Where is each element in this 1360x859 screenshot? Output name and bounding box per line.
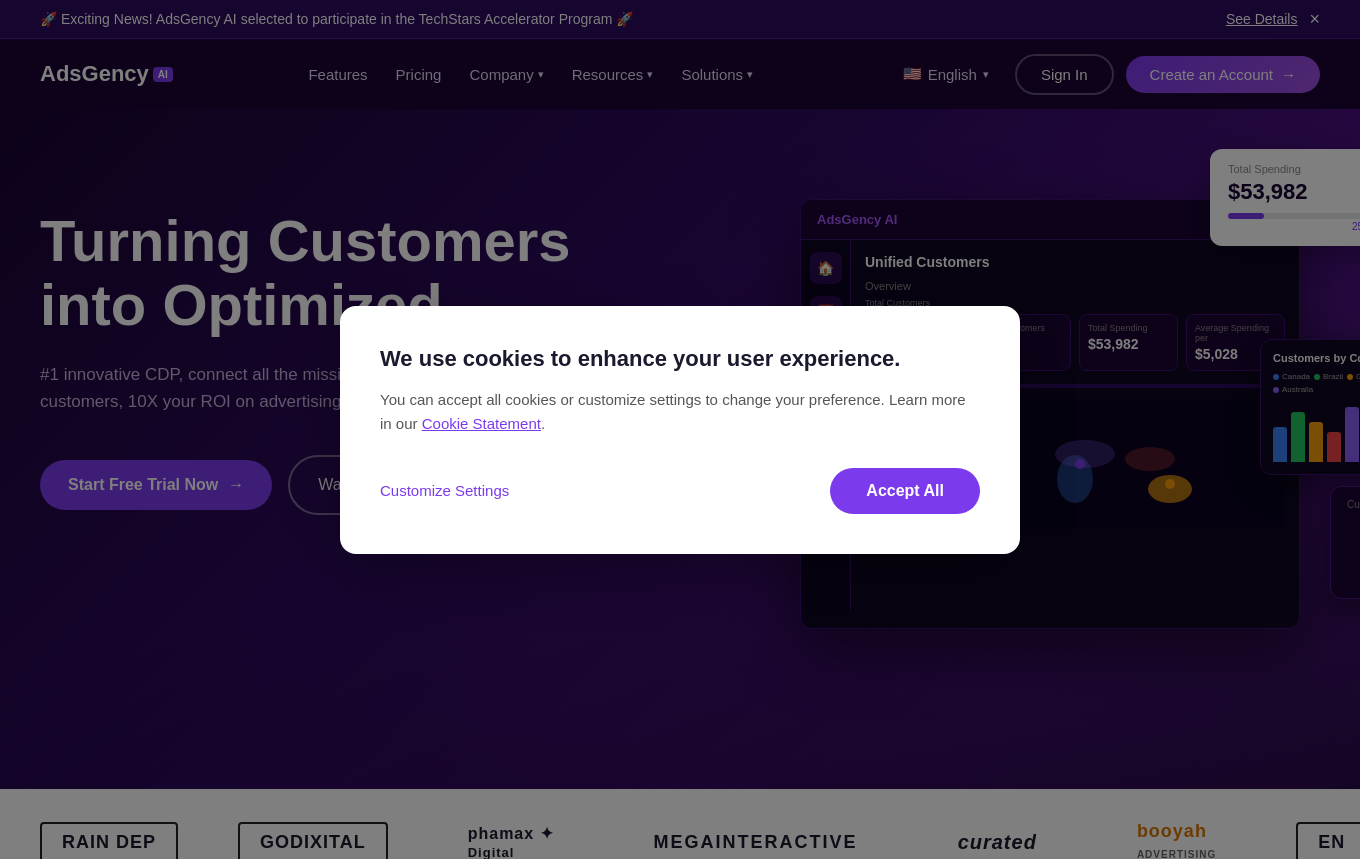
customize-settings-button[interactable]: Customize Settings bbox=[380, 482, 509, 499]
cookie-statement-link[interactable]: Cookie Statement bbox=[422, 415, 541, 432]
cookie-title: We use cookies to enhance your user expe… bbox=[380, 346, 980, 372]
accept-all-button[interactable]: Accept All bbox=[830, 468, 980, 514]
cookie-body: You can accept all cookies or customize … bbox=[380, 388, 980, 436]
cookie-actions: Customize Settings Accept All bbox=[380, 468, 980, 514]
cookie-modal: We use cookies to enhance your user expe… bbox=[340, 306, 1020, 554]
cookie-overlay: We use cookies to enhance your user expe… bbox=[0, 0, 1360, 859]
